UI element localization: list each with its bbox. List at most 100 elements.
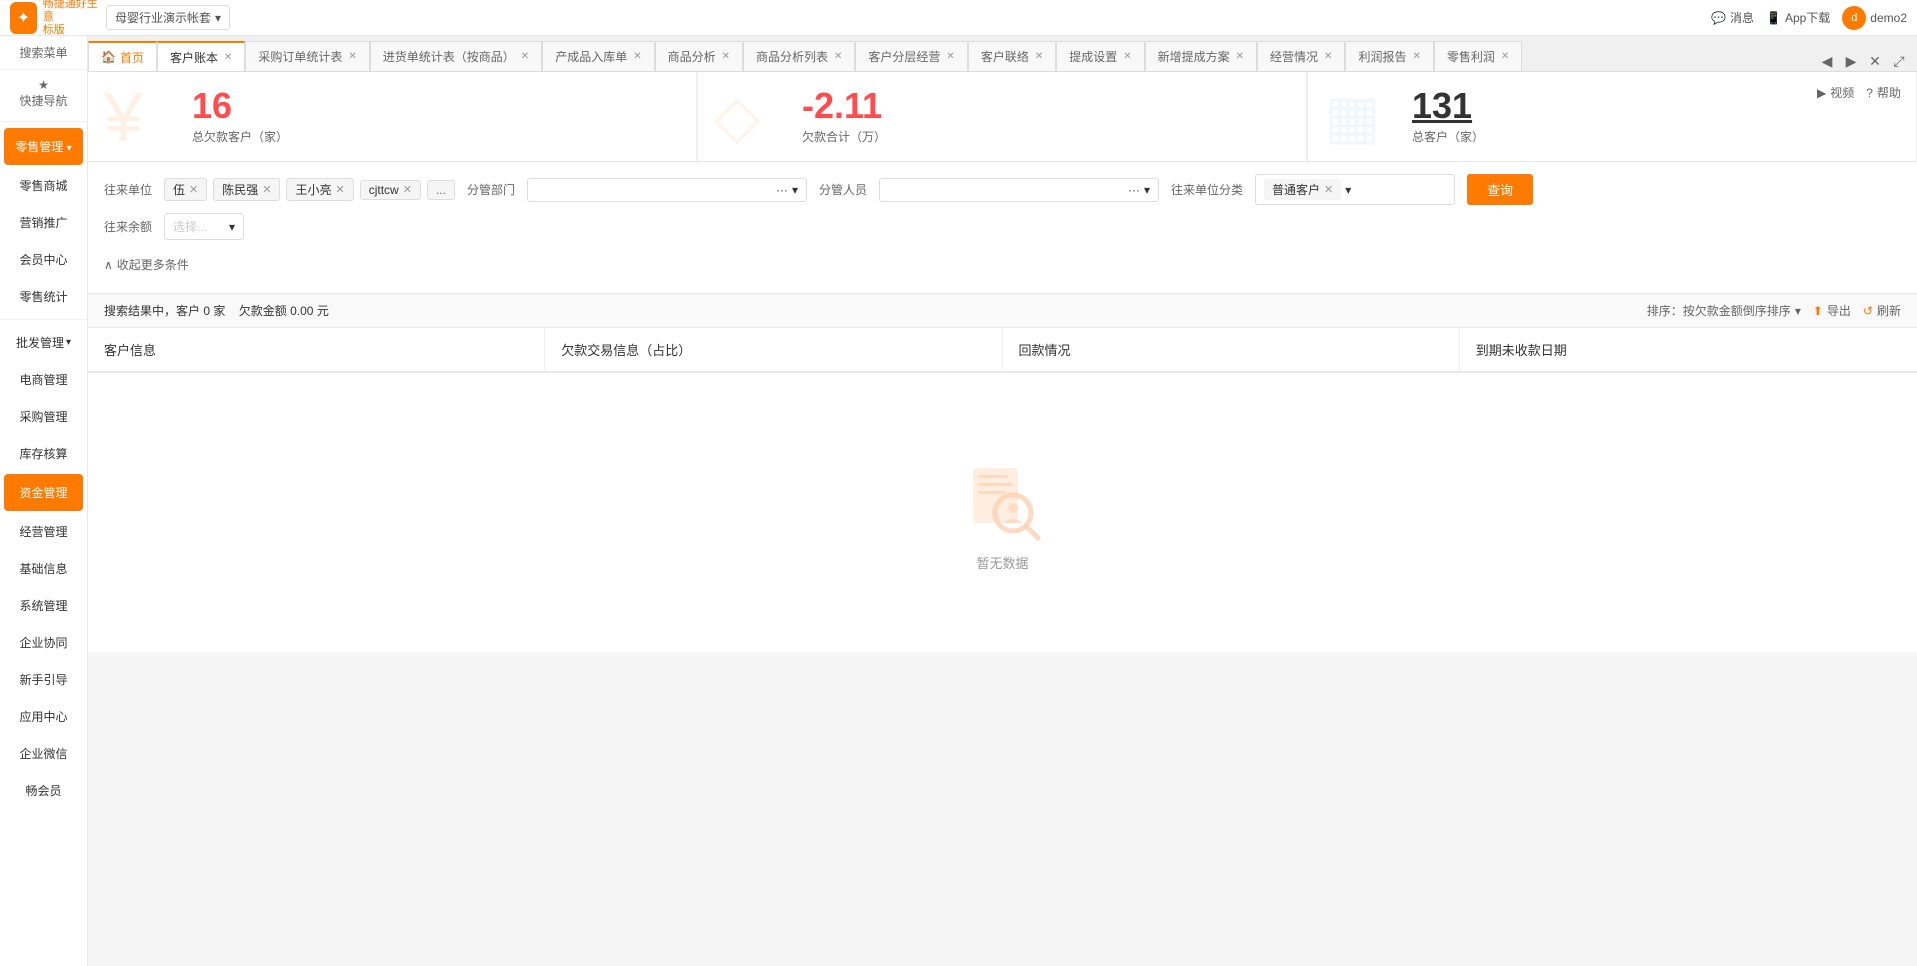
unit-tag-chen-close[interactable]: ✕ [262,183,271,196]
stat-total-amount: ◇ -2.11 欠款合计（万） [697,72,1307,161]
tab-goods-analysis-list[interactable]: 商品分析列表 ✕ [743,41,855,71]
category-select[interactable]: 普通客户 ✕ ▾ [1255,174,1455,205]
app-download-btn[interactable]: 📱 App下载 [1766,9,1830,26]
sidebar-item-retail-mall[interactable]: 零售商城 [0,167,87,204]
sidebar-item-new-guide[interactable]: 新手引导 [0,661,87,698]
sidebar-item-operations[interactable]: 经营管理 [0,513,87,550]
tab-close-retail-profit[interactable]: ✕ [1501,51,1509,62]
refresh-btn[interactable]: ↺ 刷新 [1863,302,1901,319]
phone-icon: 📱 [1766,11,1781,25]
unit-tag-wu-close[interactable]: ✕ [189,183,198,196]
sidebar-quick-nav[interactable]: ★ 快捷导航 [0,70,87,117]
sidebar-item-retail-stats[interactable]: 零售统计 [0,278,87,315]
avatar: d [1842,6,1866,30]
tab-expand-btn[interactable]: ⤢ [1889,51,1909,71]
sidebar-item-purchase[interactable]: 采购管理 [0,398,87,435]
dept-select[interactable]: ··· ▾ [527,178,807,202]
tab-promotion-settings[interactable]: 提成设置 ✕ [1056,41,1144,71]
tab-customer-contact[interactable]: 客户联络 ✕ [968,41,1056,71]
stat-all-customers-value: 131 [1412,88,1472,124]
stat-bg-diamond: ◇ [714,82,760,152]
user-profile-btn[interactable]: d demo2 [1842,6,1907,30]
sidebar-item-enterprise-coop[interactable]: 企业协同 [0,624,87,661]
tab-close-goods-analysis-list[interactable]: ✕ [834,51,842,62]
unit-tag-wang[interactable]: 王小亮 ✕ [286,178,353,201]
industry-select[interactable]: 母婴行业演示帐套 ▾ [106,5,230,30]
tab-purchase-stats[interactable]: 进货单统计表（按商品） ✕ [370,41,542,71]
sidebar-item-marketing[interactable]: 营销推广 [0,204,87,241]
unit-tag-more[interactable]: ... [427,180,455,200]
unit-tag-wang-close[interactable]: ✕ [336,183,345,196]
chevron-down-icon: ▾ [67,143,72,154]
tab-close-new-promotion[interactable]: ✕ [1236,51,1244,62]
person-select[interactable]: ··· ▾ [879,178,1159,202]
result-actions: 排序：按欠款金额倒序排序 ▾ ⬆ 导出 ↺ 刷新 [1647,302,1901,319]
tab-close-purchase-stats[interactable]: ✕ [521,51,529,62]
tab-close-goods-analysis[interactable]: ✕ [722,51,730,62]
video-btn[interactable]: ▶ 视频 [1817,84,1854,101]
tab-retail-profit[interactable]: 零售利润 ✕ [1434,41,1522,71]
person-label: 分管人员 [819,181,867,198]
sidebar-item-system[interactable]: 系统管理 [0,587,87,624]
result-bar: 搜索结果中，客户 0 家 欠款金额 0.00 元 排序：按欠款金额倒序排序 ▾ … [88,294,1917,328]
sidebar-item-retail[interactable]: 零售管理 ▾ [4,128,83,165]
sidebar-item-premium[interactable]: 畅会员 [0,772,87,809]
sidebar-item-ecommerce[interactable]: 电商管理 [0,361,87,398]
filter-row-1: 往来单位 伍 ✕ 陈民强 ✕ 王小亮 ✕ [104,174,1901,205]
tab-home[interactable]: 🏠 首页 [88,41,157,71]
tab-close-operations[interactable]: ✕ [1324,51,1332,62]
chevron-down-icon: ▾ [792,183,798,197]
dots-icon-2: ··· [1128,183,1140,197]
unit-tag-cjttcw-close[interactable]: ✕ [403,183,412,196]
topbar: ✦ 畅捷通好生意 标版 母婴行业演示帐套 ▾ 💬 消息 📱 App下载 d de… [0,0,1917,36]
category-tag-close[interactable]: ✕ [1324,183,1333,196]
export-btn[interactable]: ⬆ 导出 [1813,302,1851,319]
sidebar-item-enterprise-wechat[interactable]: 企业微信 [0,735,87,772]
sidebar-item-member[interactable]: 会员中心 [0,241,87,278]
tab-close-customer-ops[interactable]: ✕ [946,51,954,62]
table-header-col-2: 欠款交易信息（占比） [545,328,1002,371]
sidebar-item-basic-info[interactable]: 基础信息 [0,550,87,587]
refresh-icon: ↺ [1863,304,1873,318]
tab-close-profit-report[interactable]: ✕ [1412,51,1420,62]
sidebar-item-app-center[interactable]: 应用中心 [0,698,87,735]
balance-label: 往来余额 [104,218,152,235]
unit-tags: 伍 ✕ 陈民强 ✕ 王小亮 ✕ cjttcw ✕ [164,178,455,201]
unit-tag-wu[interactable]: 伍 ✕ [164,178,207,201]
tab-accounts[interactable]: 客户账本 ✕ [157,41,245,71]
unit-tag-chen[interactable]: 陈民强 ✕ [213,178,280,201]
sidebar-item-finance[interactable]: 资金管理 [4,474,83,511]
tab-close-product-in[interactable]: ✕ [633,51,641,62]
collapse-btn[interactable]: ∧ 收起更多条件 [104,252,1901,277]
tab-next-btn[interactable]: ▶ [1841,51,1861,71]
tab-customer-ops[interactable]: 客户分层经营 ✕ [855,41,967,71]
result-sort[interactable]: 排序：按欠款金额倒序排序 ▾ [1647,302,1801,319]
query-button[interactable]: 查询 [1467,174,1533,205]
tab-operations[interactable]: 经营情况 ✕ [1257,41,1345,71]
tab-new-promotion[interactable]: 新增提成方案 ✕ [1145,41,1257,71]
tab-profit-report[interactable]: 利润报告 ✕ [1345,41,1433,71]
table-header-col-3: 回款情况 [1003,328,1460,371]
message-btn[interactable]: 💬 消息 [1711,9,1754,26]
chevron-down-icon-sort: ▾ [1795,304,1801,318]
empty-svg [953,453,1053,553]
balance-select[interactable]: 选择... ▾ [164,213,244,240]
tab-prev-btn[interactable]: ◀ [1817,51,1837,71]
tab-product-in[interactable]: 产成品入库单 ✕ [542,41,654,71]
unit-tag-cjttcw[interactable]: cjttcw ✕ [360,180,421,200]
category-tag-normal[interactable]: 普通客户 ✕ [1264,179,1341,200]
tab-purchase-order[interactable]: 采购订单统计表 ✕ [245,41,369,71]
help-btn[interactable]: ? 帮助 [1866,84,1901,101]
tab-close-promotion-settings[interactable]: ✕ [1123,51,1131,62]
tab-close-accounts[interactable]: ✕ [224,52,232,63]
tab-goods-analysis[interactable]: 商品分析 ✕ [655,41,743,71]
tab-close-customer-contact[interactable]: ✕ [1035,51,1043,62]
help-icon: ? [1866,86,1873,100]
sidebar-item-wholesale[interactable]: 批发管理 ▾ [0,324,87,361]
sidebar-search[interactable]: 搜索菜单 [0,36,87,70]
tab-close-purchase-order[interactable]: ✕ [348,51,356,62]
tab-close-all-btn[interactable]: ✕ [1865,51,1885,71]
sidebar-item-inventory[interactable]: 库存核算 [0,435,87,472]
logo-area: ✦ 畅捷通好生意 标版 [10,0,98,37]
topbar-right: 💬 消息 📱 App下载 d demo2 [1711,6,1907,30]
